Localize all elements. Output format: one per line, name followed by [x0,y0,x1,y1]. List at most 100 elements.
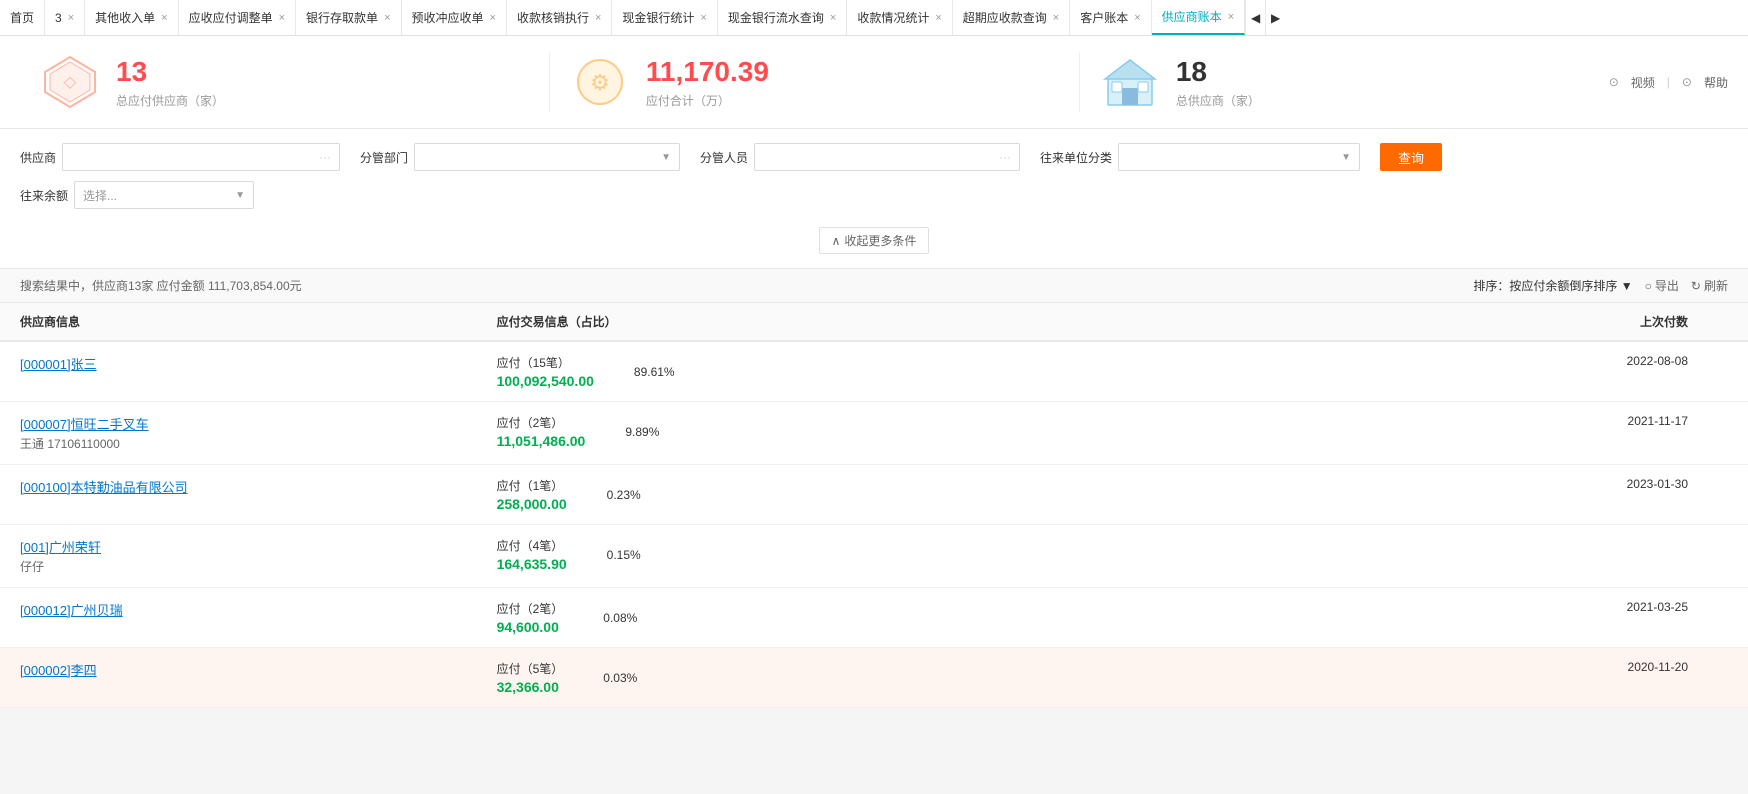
nav-tab-supplier-ledger[interactable]: 供应商账本 × [1152,0,1245,35]
export-button[interactable]: ○ 导出 [1645,277,1679,294]
sort-select[interactable]: 排序：按应付余额倒序排序 ▼ [1473,277,1632,294]
filter-category: 往来单位分类 ▼ [1040,143,1360,171]
diamond-icon: ◇ [40,52,100,112]
close-icon[interactable]: × [935,12,941,24]
balance-label: 往来余额 [20,187,68,204]
dept-label: 分管部门 [360,149,408,166]
tx-percent: 0.23% [607,488,641,502]
col-header-transaction: 应付交易信息（占比） [497,313,1212,330]
result-info: 搜索结果中，供应商13家 应付金额 111,703,854.00元 [20,277,302,294]
transaction-cell: 应付（4笔） 164,635.90 0.15% [497,537,1212,572]
close-icon[interactable]: × [1053,12,1059,24]
svg-text:⚙: ⚙ [590,70,610,95]
nav-tab-cash-bank-stats[interactable]: 现金银行统计 × [612,0,717,35]
nav-tab-bank[interactable]: 银行存取款单 × [296,0,401,35]
table-header: 供应商信息 应付交易信息（占比） 上次付数 [0,303,1748,342]
collapse-button[interactable]: ∧ 收起更多条件 [819,227,930,254]
tx-amount: 32,366.00 [497,679,564,695]
card-payable-suppliers-info: 13 总应付供应商（家） [116,56,224,109]
tx-label: 应付（2笔） [497,414,586,431]
card-total-suppliers-info: 18 总供应商（家） [1176,56,1260,109]
nav-prev-arrow[interactable]: ◀ [1245,0,1265,36]
balance-select[interactable]: 选择... ▼ [74,181,254,209]
supplier-cell: [000002]李四 [20,660,497,679]
tx-label: 应付（1笔） [497,477,567,494]
transaction-cell: 应付（5笔） 32,366.00 0.03% [497,660,1212,695]
transaction-cell: 应付（1笔） 258,000.00 0.23% [497,477,1212,512]
chevron-down-icon: ▼ [661,152,671,163]
tx-amount: 258,000.00 [497,496,567,512]
data-table: 供应商信息 应付交易信息（占比） 上次付数 [000001]张三 应付（15笔）… [0,303,1748,708]
table-row[interactable]: [001]广州荣轩 仔仔 应付（4笔） 164,635.90 0.15% [0,525,1748,588]
filter-supplier: 供应商 ··· [20,143,340,171]
video-link[interactable]: 视频 [1631,74,1655,91]
close-icon[interactable]: × [68,12,74,24]
help-link[interactable]: 帮助 [1704,74,1728,91]
grain-icon: ⚙ [570,52,630,112]
nav-tab-3[interactable]: 3 × [45,0,85,35]
summary-card-payable-suppliers: ◇ 13 总应付供应商（家） [20,52,550,112]
nav-tab-cash-flow[interactable]: 现金银行流水查询 × [718,0,847,35]
table-row[interactable]: [000012]广州贝瑞 应付（2笔） 94,600.00 0.08% 2021… [0,588,1748,648]
refresh-button[interactable]: ↻ 刷新 [1691,277,1728,294]
dept-select[interactable]: ▼ [414,143,680,171]
supplier-input[interactable] [71,150,319,164]
supplier-name-link[interactable]: [000001]张三 [20,354,497,373]
table-row[interactable]: [000002]李四 应付（5笔） 32,366.00 0.03% 2020-1… [0,648,1748,708]
filter-balance: 往来余额 选择... ▼ [20,181,340,209]
supplier-cell: [000007]恒旺二手叉车 王通 17106110000 [20,414,497,452]
close-icon[interactable]: × [279,12,285,24]
supplier-name-link[interactable]: [001]广州荣轩 [20,537,497,556]
supplier-name-link[interactable]: [000007]恒旺二手叉车 [20,414,497,433]
category-select[interactable]: ▼ [1118,143,1360,171]
filter-row-2: 往来余额 选择... ▼ [20,181,1728,209]
close-icon[interactable]: × [384,12,390,24]
supplier-name-link[interactable]: [000012]广州贝瑞 [20,600,497,619]
svg-text:◇: ◇ [64,74,77,91]
nav-tab-customer-ledger[interactable]: 客户账本 × [1070,0,1151,35]
summary-card-payable-amount: ⚙ 11,170.39 应付合计（万） [550,52,1080,112]
close-icon[interactable]: × [595,12,601,24]
supplier-name-link[interactable]: [000100]本特勤油品有限公司 [20,477,497,496]
table-row[interactable]: [000007]恒旺二手叉车 王通 17106110000 应付（2笔） 11,… [0,402,1748,465]
table-row[interactable]: [000100]本特勤油品有限公司 应付（1笔） 258,000.00 0.23… [0,465,1748,525]
last-payment-cell: 2022-08-08 [1211,354,1728,368]
tx-label: 应付（2笔） [497,600,564,617]
close-icon[interactable]: × [700,12,706,24]
nav-tab-adjustment[interactable]: 应收应付调整单 × [179,0,296,35]
table-row[interactable]: [000001]张三 应付（15笔） 100,092,540.00 89.61%… [0,342,1748,402]
nav-tab-collection-stats[interactable]: 收款情况统计 × [847,0,952,35]
close-icon[interactable]: × [1134,12,1140,24]
nav-tab-collection[interactable]: 收款核销执行 × [507,0,612,35]
supplier-contact: 王通 17106110000 [20,435,497,452]
nav-tab-overdue[interactable]: 超期应收款查询 × [953,0,1070,35]
tx-percent: 0.03% [603,671,637,685]
supplier-name-link[interactable]: [000002]李四 [20,660,497,679]
close-icon[interactable]: × [490,12,496,24]
help-area: ⊙ 视频 | ⊙ 帮助 [1609,74,1728,91]
close-icon[interactable]: × [161,12,167,24]
supplier-cell: [000012]广州贝瑞 [20,600,497,619]
nav-next-arrow[interactable]: ▶ [1265,0,1285,36]
tx-amount: 164,635.90 [497,556,567,572]
tx-amount: 100,092,540.00 [497,373,594,389]
nav-tab-other-income[interactable]: 其他收入单 × [85,0,178,35]
chevron-up-icon: ∧ [832,234,841,248]
refresh-icon: ↻ [1691,279,1701,293]
query-button[interactable]: 查询 [1380,143,1442,171]
chevron-down-icon: ▼ [235,190,245,201]
filter-area: 供应商 ··· 分管部门 ▼ 分管人员 ··· [0,129,1748,269]
person-input[interactable] [763,150,999,164]
nav-tab-home[interactable]: 首页 [0,0,45,35]
filter-person: 分管人员 ··· [700,143,1020,171]
transaction-cell: 应付（2笔） 11,051,486.00 9.89% [497,414,1212,449]
total-suppliers-value: 18 [1176,56,1260,88]
sort-chevron-icon: ▼ [1621,279,1633,293]
close-icon[interactable]: × [830,12,836,24]
tx-amount: 94,600.00 [497,619,564,635]
last-payment-cell: 2020-11-20 [1211,660,1728,674]
filter-dept: 分管部门 ▼ [360,143,680,171]
close-icon[interactable]: × [1228,11,1234,23]
nav-tab-prepay[interactable]: 预收冲应收单 × [402,0,507,35]
payable-amount-value: 11,170.39 [646,56,769,88]
